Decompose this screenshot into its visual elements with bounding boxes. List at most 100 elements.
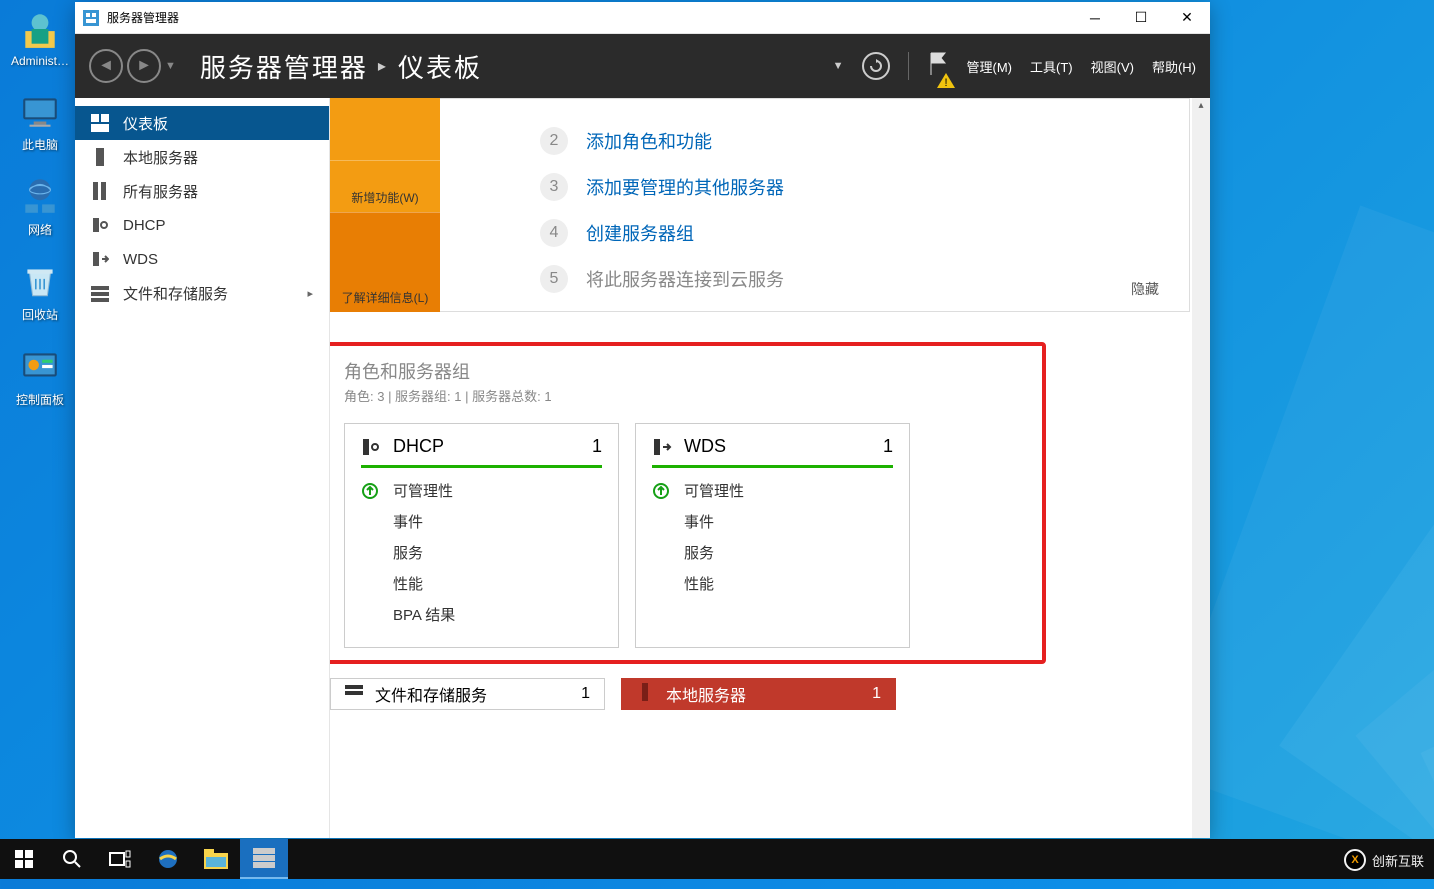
storage-icon [345,683,363,706]
breadcrumb: 服务器管理器 ▸ 仪表板 [200,48,482,85]
notifications-flag[interactable]: ! [927,51,949,82]
step-number: 2 [540,127,568,155]
taskbar-server-manager[interactable] [240,839,288,879]
quick-link-label: 将此服务器连接到云服务 [586,266,784,292]
storage-icon [91,284,109,302]
menu-manage[interactable]: 管理(M) [967,57,1013,76]
bottom-tiles-row: 文件和存储服务 1 本地服务器 1 [330,678,1190,710]
taskbar [0,839,1434,879]
desktop-icons: Administ… 此电脑 网络 回收站 控制面板 [8,8,72,430]
sidebar-item-dhcp[interactable]: DHCP [75,208,329,242]
desktop-icon-this-pc[interactable]: 此电脑 [8,90,72,153]
task-view-button[interactable] [96,839,144,879]
servers-icon [91,182,109,200]
roles-subtitle: 角色: 3 | 服务器组: 1 | 服务器总数: 1 [344,386,1028,405]
menu-help[interactable]: 帮助(H) [1152,57,1196,76]
tile-count: 1 [592,436,602,457]
hide-button[interactable]: 隐藏 [1131,279,1159,299]
menu-view[interactable]: 视图(V) [1091,57,1134,76]
sidebar-item-dashboard[interactable]: 仪表板 [75,106,329,140]
titlebar[interactable]: 服务器管理器 ─ ☐ ✕ [75,2,1210,34]
tile-row-label[interactable]: BPA 结果 [393,604,455,625]
tile-row-label[interactable]: 性能 [684,573,714,594]
sidebar: 仪表板 本地服务器 所有服务器 DHCP WDS 文件和存储服务 ▸ [75,98,330,838]
sidebar-item-storage[interactable]: 文件和存储服务 ▸ [75,276,329,310]
nav-forward-button[interactable]: ► [127,49,161,83]
scrollbar[interactable]: ▴ [1192,98,1210,838]
quick-action-add-servers[interactable]: 3 添加要管理的其他服务器 [540,173,1189,201]
quick-link-label: 添加要管理的其他服务器 [586,174,784,200]
tile-name: WDS [684,436,726,457]
warning-badge-icon: ! [937,73,955,88]
desktop-icon-network[interactable]: 网络 [8,175,72,238]
desktop-icon-recycle-bin[interactable]: 回收站 [8,260,72,323]
tile-count: 1 [883,436,893,457]
welcome-right-panel: 2 添加角色和功能 3 添加要管理的其他服务器 4 创建服务器组 5 [440,98,1190,312]
sidebar-item-label: DHCP [123,217,166,234]
tile-name: 文件和存储服务 [375,682,487,706]
step-number: 3 [540,173,568,201]
sidebar-item-wds[interactable]: WDS [75,242,329,276]
roles-title: 角色和服务器组 [344,358,1028,384]
whats-new-link[interactable]: 新增功能(W) [330,160,440,212]
learn-more-link[interactable]: 了解详细信息(L) [330,212,440,312]
maximize-button[interactable]: ☐ [1118,2,1164,34]
tile-row-label[interactable]: 事件 [393,511,423,532]
sidebar-item-all-servers[interactable]: 所有服务器 [75,174,329,208]
taskbar-ie[interactable] [144,839,192,879]
close-button[interactable]: ✕ [1164,2,1210,34]
status-ok-icon [361,482,379,500]
desktop-icon-administrator[interactable]: Administ… [8,8,72,68]
dhcp-icon [361,437,381,457]
ribbon-dropdown-icon[interactable]: ▼ [833,60,844,72]
breadcrumb-separator-icon: ▸ [378,56,388,76]
nav-dropdown-icon[interactable]: ▼ [165,60,176,72]
wds-icon [91,250,109,268]
sidebar-item-label: 仪表板 [123,113,168,134]
tile-row-label[interactable]: 可管理性 [393,480,453,501]
tile-row-label[interactable]: 可管理性 [684,480,744,501]
tile-row-label[interactable]: 服务 [684,542,714,563]
role-tile-wds[interactable]: WDS 1 可管理性 事件 服务 性能 [635,423,910,648]
quick-action-create-group[interactable]: 4 创建服务器组 [540,219,1189,247]
status-ok-icon [652,482,670,500]
role-tile-dhcp[interactable]: DHCP 1 可管理性 事件 服务 性能 BPA 结果 [344,423,619,648]
menu-tools[interactable]: 工具(T) [1030,57,1073,76]
role-tile-local-server[interactable]: 本地服务器 1 [621,678,896,710]
sidebar-item-label: 文件和存储服务 [123,283,228,304]
desktop-icon-control-panel[interactable]: 控制面板 [8,345,72,408]
svg-text:!: ! [944,77,947,88]
refresh-button[interactable] [862,52,890,80]
server-icon [636,683,654,706]
tile-row-label[interactable]: 性能 [393,573,423,594]
dhcp-icon [91,216,109,234]
chevron-right-icon: ▸ [307,287,313,300]
start-button[interactable] [0,839,48,879]
tile-row-label[interactable]: 服务 [393,542,423,563]
nav-back-button[interactable]: ◄ [89,49,123,83]
quick-action-cloud[interactable]: 5 将此服务器连接到云服务 [540,265,1189,293]
breadcrumb-section[interactable]: 仪表板 [398,48,482,85]
welcome-left-panel: 新增功能(W) 了解详细信息(L) [330,98,440,312]
window-title: 服务器管理器 [107,9,1072,26]
server-icon [91,148,109,166]
search-button[interactable] [48,839,96,879]
scroll-up-icon[interactable]: ▴ [1194,100,1208,114]
breadcrumb-root[interactable]: 服务器管理器 [200,48,368,85]
sidebar-item-label: 所有服务器 [123,181,198,202]
roles-section-highlighted: 角色和服务器组 角色: 3 | 服务器组: 1 | 服务器总数: 1 DHCP … [330,342,1046,664]
quick-action-add-roles[interactable]: 2 添加角色和功能 [540,127,1189,155]
ribbon-header: ◄ ► ▼ 服务器管理器 ▸ 仪表板 ▼ ! 管理(M) 工具(T) 视图(V)… [75,34,1210,98]
welcome-tile: 新增功能(W) 了解详细信息(L) 2 添加角色和功能 3 添加要管理的其他服务… [330,98,1190,312]
step-number: 5 [540,265,568,293]
tile-name: DHCP [393,436,444,457]
tile-name: 本地服务器 [666,682,746,706]
quick-link-label: 创建服务器组 [586,220,694,246]
server-manager-window: 服务器管理器 ─ ☐ ✕ ◄ ► ▼ 服务器管理器 ▸ 仪表板 ▼ ! 管理(M… [75,2,1210,838]
taskbar-explorer[interactable] [192,839,240,879]
role-tile-storage[interactable]: 文件和存储服务 1 [330,678,605,710]
minimize-button[interactable]: ─ [1072,2,1118,34]
tile-row-label[interactable]: 事件 [684,511,714,532]
dashboard-icon [91,114,109,132]
sidebar-item-local-server[interactable]: 本地服务器 [75,140,329,174]
